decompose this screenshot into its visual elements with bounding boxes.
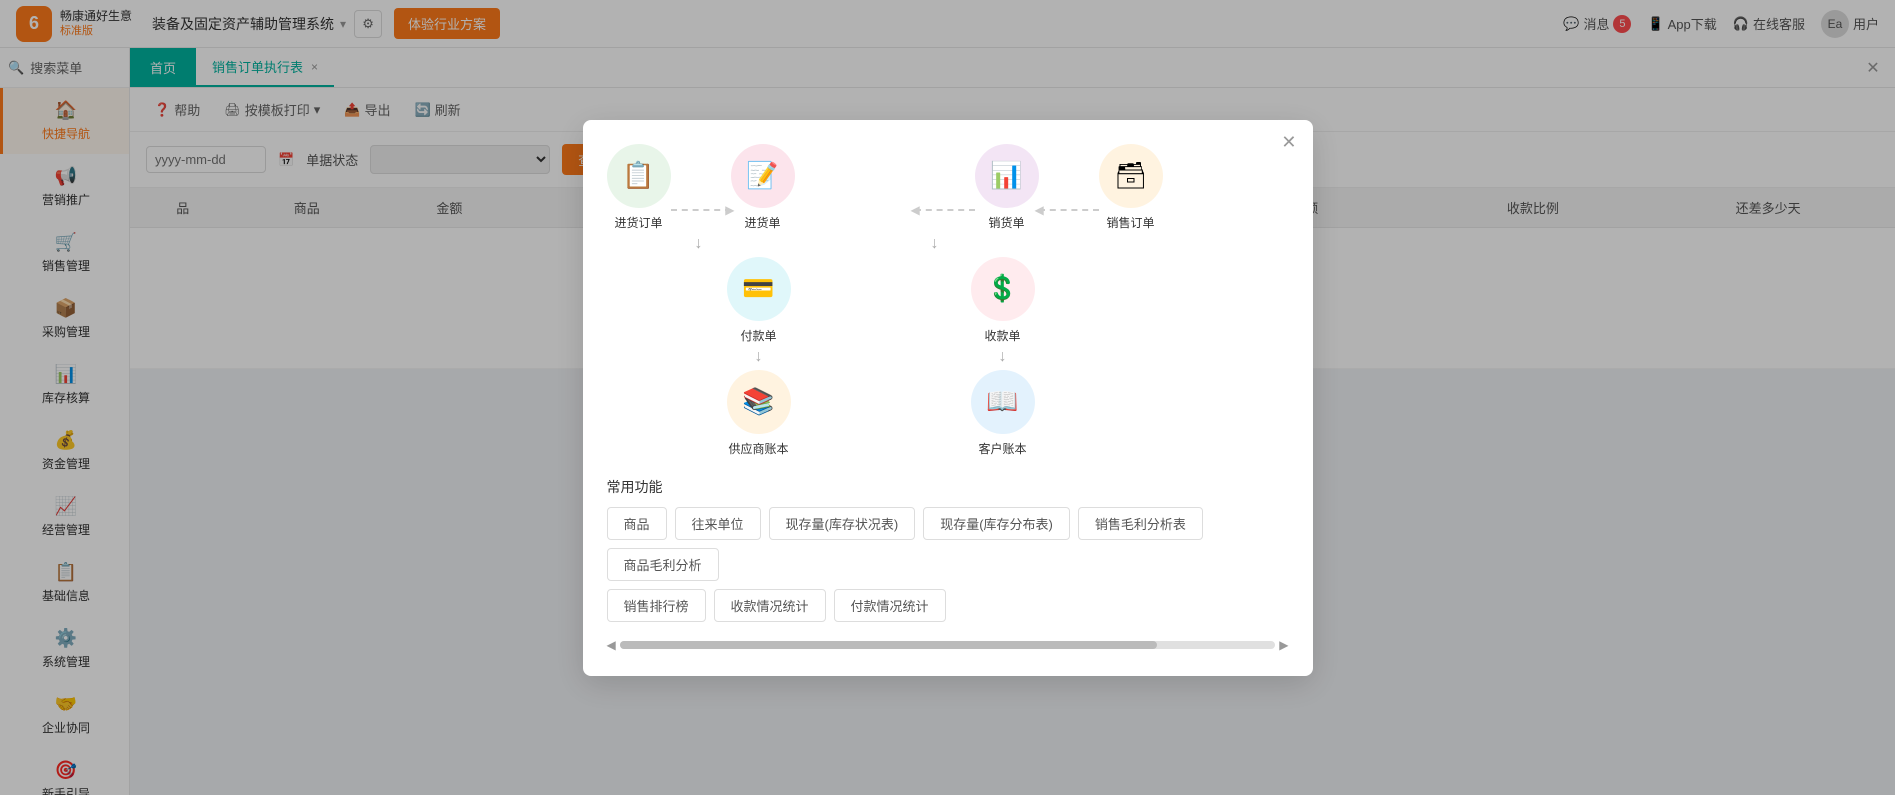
func-btn-product-profit[interactable]: 商品毛利分析 (607, 548, 719, 581)
modal-scroll-area: ◀ ▶ (607, 638, 1289, 652)
scroll-right-btn[interactable]: ▶ (1279, 638, 1288, 652)
flow-sales-bill[interactable]: 📊 销货单 (975, 144, 1039, 231)
customer-ledger-label: 客户账本 (978, 440, 1026, 457)
func-btn-payment-stats[interactable]: 付款情况统计 (834, 589, 946, 622)
modal-overlay[interactable]: ✕ 📋 进货订单 ▶ (0, 0, 1895, 795)
scroll-track (620, 641, 1276, 649)
func-buttons: 商品 往来单位 现存量(库存状况表) 现存量(库存分布表) 销售毛利分析表 商品… (607, 507, 1289, 581)
arrow-h-3: ◀ (1039, 209, 1099, 231)
quick-nav-modal: ✕ 📋 进货订单 ▶ (583, 120, 1313, 676)
purchase-order-label: 进货订单 (614, 214, 662, 231)
flow-purchase-order[interactable]: 📋 进货订单 (607, 144, 671, 231)
receipt-bill-icon: 💲 (971, 257, 1035, 321)
arrow-h-1: ▶ (671, 209, 731, 231)
func-btn-sales-profit[interactable]: 销售毛利分析表 (1078, 507, 1203, 540)
receipt-bill-label: 收款单 (984, 327, 1020, 344)
common-funcs: 常用功能 商品 往来单位 现存量(库存状况表) 现存量(库存分布表) 销售毛利分… (607, 477, 1289, 622)
flow-receipt-bill[interactable]: 💲 收款单 (971, 257, 1035, 344)
purchase-order-icon: 📋 (607, 144, 671, 208)
func-btn-stock-dist[interactable]: 现存量(库存分布表) (923, 507, 1070, 540)
func-btn-products[interactable]: 商品 (607, 507, 667, 540)
func-btn-contacts[interactable]: 往来单位 (675, 507, 761, 540)
flow-customer-ledger[interactable]: 📖 客户账本 (971, 370, 1035, 457)
customer-ledger-icon: 📖 (971, 370, 1035, 434)
purchase-bill-label: 进货单 (744, 214, 780, 231)
func-btn-sales-rank[interactable]: 销售排行榜 (607, 589, 706, 622)
func-buttons-row2: 销售排行榜 收款情况统计 付款情况统计 (607, 589, 1289, 622)
func-btn-receipt-stats[interactable]: 收款情况统计 (714, 589, 826, 622)
scroll-left-btn[interactable]: ◀ (607, 638, 616, 652)
scroll-thumb[interactable] (620, 641, 1158, 649)
sales-bill-icon: 📊 (975, 144, 1039, 208)
supplier-ledger-icon: 📚 (727, 370, 791, 434)
flow-supplier-ledger[interactable]: 📚 供应商账本 (727, 370, 791, 457)
payment-bill-icon: 💳 (727, 257, 791, 321)
sales-order-label: 销售订单 (1106, 214, 1154, 231)
flow-payment-bill[interactable]: 💳 付款单 (727, 257, 791, 344)
purchase-bill-icon: 📝 (731, 144, 795, 208)
payment-bill-label: 付款单 (740, 327, 776, 344)
flow-purchase-bill[interactable]: 📝 进货单 (731, 144, 795, 231)
sales-order-icon: 🗃 (1099, 144, 1163, 208)
sales-bill-label: 销货单 (988, 214, 1024, 231)
supplier-ledger-label: 供应商账本 (728, 440, 788, 457)
common-funcs-title: 常用功能 (607, 477, 1289, 497)
flow-section: 📋 进货订单 ▶ 📝 进货单 (607, 144, 1289, 457)
func-btn-stock-status[interactable]: 现存量(库存状况表) (769, 507, 916, 540)
arrow-h-2: ◀ (915, 209, 975, 231)
flow-sales-order[interactable]: 🗃 销售订单 (1099, 144, 1163, 231)
modal-close-button[interactable]: ✕ (1281, 132, 1296, 153)
